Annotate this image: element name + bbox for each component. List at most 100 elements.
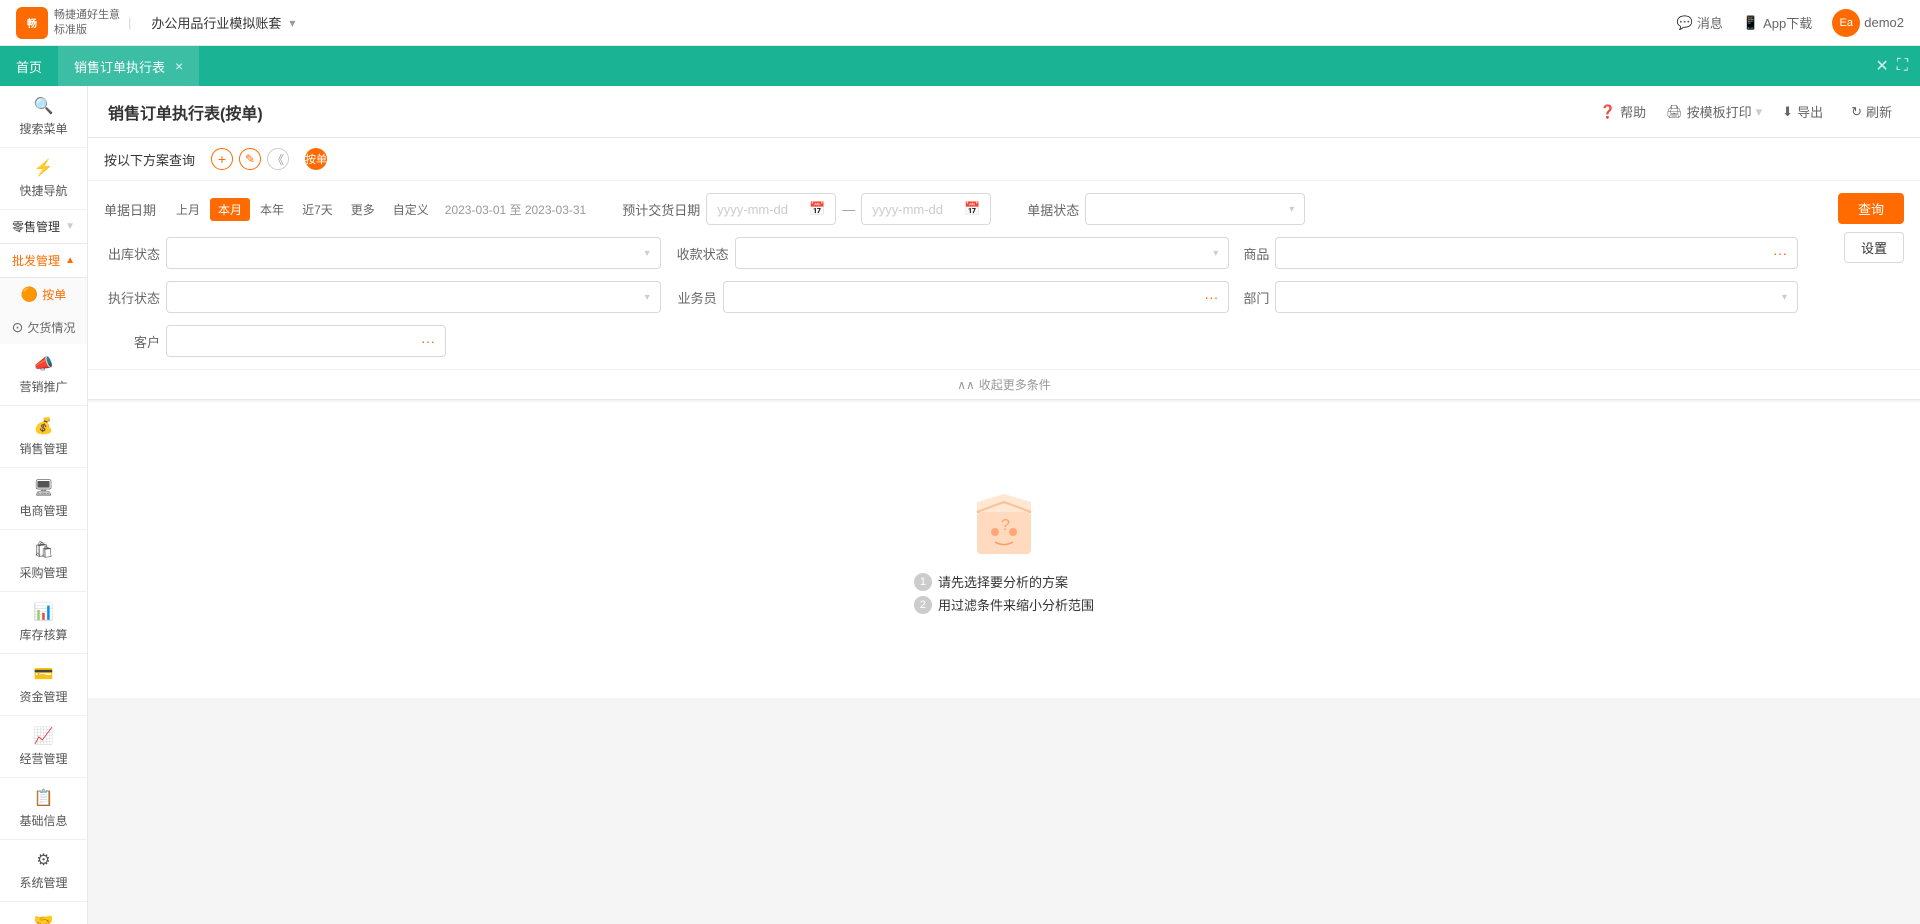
tab-close-icon[interactable]: × bbox=[175, 58, 183, 74]
sidebar-item-sales[interactable]: 💰 销售管理 bbox=[0, 406, 87, 468]
logo-abbr: 畅 bbox=[27, 15, 37, 30]
message-icon: 💬 bbox=[1677, 15, 1693, 31]
sidebar-item-search-menu[interactable]: 🔍 搜索菜单 bbox=[0, 86, 87, 148]
sidebar-child-debt[interactable]: ⊙ 欠货情况 bbox=[0, 311, 87, 344]
logo-text: 畅捷通好生意 标准版 bbox=[54, 8, 120, 37]
ship-status-select[interactable]: ▾ bbox=[166, 237, 661, 269]
query-btn[interactable]: 查询 bbox=[1838, 193, 1904, 224]
sidebar-label-finance: 资金管理 bbox=[19, 688, 67, 705]
sidebar-item-wholesale[interactable]: 批发管理 ▲ bbox=[0, 244, 87, 278]
sidebar-item-ecommerce[interactable]: 🖥 电商管理 bbox=[0, 468, 87, 530]
sidebar-item-sys-admin[interactable]: ⚙ 系统管理 bbox=[0, 840, 87, 902]
app-download-btn[interactable]: 📱 App下载 bbox=[1743, 13, 1812, 32]
help-label: 帮助 bbox=[1620, 102, 1646, 121]
filter-query-actions: 查询 设置 bbox=[1814, 193, 1904, 369]
sidebar-item-basic-info[interactable]: 📋 基础信息 bbox=[0, 778, 87, 840]
top-bar-left: 畅 畅捷通好生意 标准版 | 办公用品行业模拟账套 ▾ bbox=[16, 7, 295, 39]
ship-status-label: 出库状态 bbox=[104, 244, 160, 263]
sidebar-label-retail: 零售管理 bbox=[12, 218, 60, 235]
scheme-name-badge[interactable]: 按单 bbox=[305, 148, 327, 170]
collapse-bar: ∧∧ 收起更多条件 bbox=[88, 369, 1920, 399]
collapse-btn[interactable]: ∧∧ 收起更多条件 bbox=[957, 376, 1051, 393]
svg-text:?: ? bbox=[1001, 517, 1010, 534]
sidebar-label-sys-admin: 系统管理 bbox=[19, 874, 67, 891]
date-tab-more[interactable]: 更多 bbox=[343, 198, 383, 221]
inventory-icon: 📊 bbox=[34, 602, 54, 622]
date-tab-custom[interactable]: 自定义 bbox=[385, 198, 437, 221]
empty-state: ? 1 请先选择要分析的方案 2 用过滤条件来缩小分析范围 bbox=[88, 402, 1920, 698]
scheme-add-btn[interactable]: + bbox=[211, 148, 233, 170]
sidebar-label-wholesale: 批发管理 bbox=[12, 252, 60, 269]
top-bar-title: 办公用品行业模拟账套 bbox=[151, 13, 281, 32]
print-btn[interactable]: 🖨 按模板打印 ▾ bbox=[1666, 102, 1762, 121]
debt-icon: ⊙ bbox=[12, 319, 24, 336]
sidebar-item-marketing[interactable]: 📣 营销推广 bbox=[0, 344, 87, 406]
date-tab-this-month[interactable]: 本月 bbox=[210, 198, 250, 221]
salesman-more-icon: ··· bbox=[1204, 289, 1218, 305]
ship-chevron-icon: ▾ bbox=[645, 248, 650, 259]
predicted-date-from[interactable]: yyyy-mm-dd 📅 bbox=[706, 193, 836, 225]
message-btn[interactable]: 💬 消息 bbox=[1677, 13, 1723, 32]
collapse-label: 收起更多条件 bbox=[979, 376, 1051, 393]
refresh-icon: ↻ bbox=[1851, 104, 1862, 120]
tab-close-window-btn[interactable]: ✕ bbox=[1875, 56, 1888, 76]
scheme-collapse-btn[interactable]: 《 bbox=[267, 148, 289, 170]
sidebar-child-order[interactable]: 🟠 按单 bbox=[0, 278, 87, 311]
user-name: demo2 bbox=[1864, 15, 1904, 30]
ship-status-filter: 出库状态 ▾ bbox=[104, 237, 661, 269]
export-btn[interactable]: ⬇ 导出 bbox=[1774, 98, 1831, 125]
logo-icon: 畅 bbox=[16, 7, 48, 39]
print-icon: 🖨 bbox=[1666, 104, 1683, 120]
header-divider: | bbox=[128, 15, 131, 30]
receipt-status-select[interactable]: ▾ bbox=[735, 237, 1230, 269]
sidebar-label-ecommerce: 电商管理 bbox=[19, 502, 67, 519]
tab-maximize-btn[interactable]: ⛶ bbox=[1897, 57, 1908, 75]
filter-row-1: 单据日期 上月 本月 本年 近7天 更多 自定义 2023-03-01 至 20… bbox=[104, 193, 1798, 225]
receipt-status-label: 收款状态 bbox=[673, 244, 729, 263]
empty-step-1: 1 请先选择要分析的方案 bbox=[914, 572, 1094, 591]
dept-select[interactable]: ▾ bbox=[1275, 281, 1798, 313]
help-btn[interactable]: ❓ 帮助 bbox=[1592, 98, 1654, 125]
enterprise-icon: 🤝 bbox=[34, 912, 54, 924]
sidebar-item-quick-nav[interactable]: ⚡ 快捷导航 bbox=[0, 148, 87, 210]
exec-status-select[interactable]: ▾ bbox=[166, 281, 661, 313]
scheme-edit-btn[interactable]: ✎ bbox=[239, 148, 261, 170]
tab-sales-order[interactable]: 销售订单执行表 × bbox=[58, 46, 199, 86]
sidebar-item-finance[interactable]: 💳 资金管理 bbox=[0, 654, 87, 716]
main-content: 销售订单执行表(按单) ❓ 帮助 🖨 按模板打印 ▾ ⬇ 导出 ↻ 刷新 bbox=[88, 86, 1920, 924]
ecommerce-icon: 🖥 bbox=[33, 478, 53, 498]
exec-status-label: 执行状态 bbox=[104, 288, 160, 307]
goods-input[interactable]: ··· bbox=[1275, 237, 1798, 269]
sidebar-item-retail[interactable]: 零售管理 ▼ bbox=[0, 210, 87, 244]
dept-chevron-icon: ▾ bbox=[1782, 292, 1787, 303]
receipt-chevron-icon: ▾ bbox=[1213, 248, 1218, 259]
purchase-icon: 🛍 bbox=[33, 540, 53, 560]
status-select[interactable]: ▾ bbox=[1085, 193, 1305, 225]
top-title-arrow-icon[interactable]: ▾ bbox=[289, 16, 295, 30]
date-tab-7days[interactable]: 近7天 bbox=[294, 198, 341, 221]
tab-home[interactable]: 首页 bbox=[0, 46, 58, 86]
date-tab-last-month[interactable]: 上月 bbox=[168, 198, 208, 221]
predicted-date-to[interactable]: yyyy-mm-dd 📅 bbox=[861, 193, 991, 225]
home-tab-label: 首页 bbox=[16, 57, 42, 76]
setting-btn[interactable]: 设置 bbox=[1844, 232, 1904, 263]
step-2-text: 用过滤条件来缩小分析范围 bbox=[938, 595, 1094, 614]
tab-bar-actions: ✕ ⛶ bbox=[1875, 56, 1920, 76]
salesman-input[interactable]: ··· bbox=[723, 281, 1230, 313]
user-profile[interactable]: Ea demo2 bbox=[1832, 9, 1904, 37]
empty-illustration: ? bbox=[959, 482, 1049, 572]
step-1-text: 请先选择要分析的方案 bbox=[938, 572, 1068, 591]
operations-icon: 📈 bbox=[34, 726, 54, 746]
dept-label: 部门 bbox=[1241, 288, 1269, 307]
sidebar-item-purchase[interactable]: 🛍 采购管理 bbox=[0, 530, 87, 592]
customer-input[interactable]: ··· bbox=[166, 325, 446, 357]
sidebar-item-enterprise[interactable]: 🤝 企业协同 bbox=[0, 902, 87, 924]
filter-panel: 按以下方案查询 + ✎ 《 按单 单据日期 上月 本月 bbox=[88, 138, 1920, 400]
header-actions: ❓ 帮助 🖨 按模板打印 ▾ ⬇ 导出 ↻ 刷新 bbox=[1592, 98, 1900, 125]
dept-filter: 部门 ▾ bbox=[1241, 281, 1798, 313]
refresh-btn[interactable]: ↻ 刷新 bbox=[1843, 98, 1900, 125]
sidebar-item-inventory[interactable]: 📊 库存核算 bbox=[0, 592, 87, 654]
sidebar-label-operations: 经营管理 bbox=[19, 750, 67, 767]
date-tab-this-year[interactable]: 本年 bbox=[252, 198, 292, 221]
sidebar-item-operations[interactable]: 📈 经营管理 bbox=[0, 716, 87, 778]
